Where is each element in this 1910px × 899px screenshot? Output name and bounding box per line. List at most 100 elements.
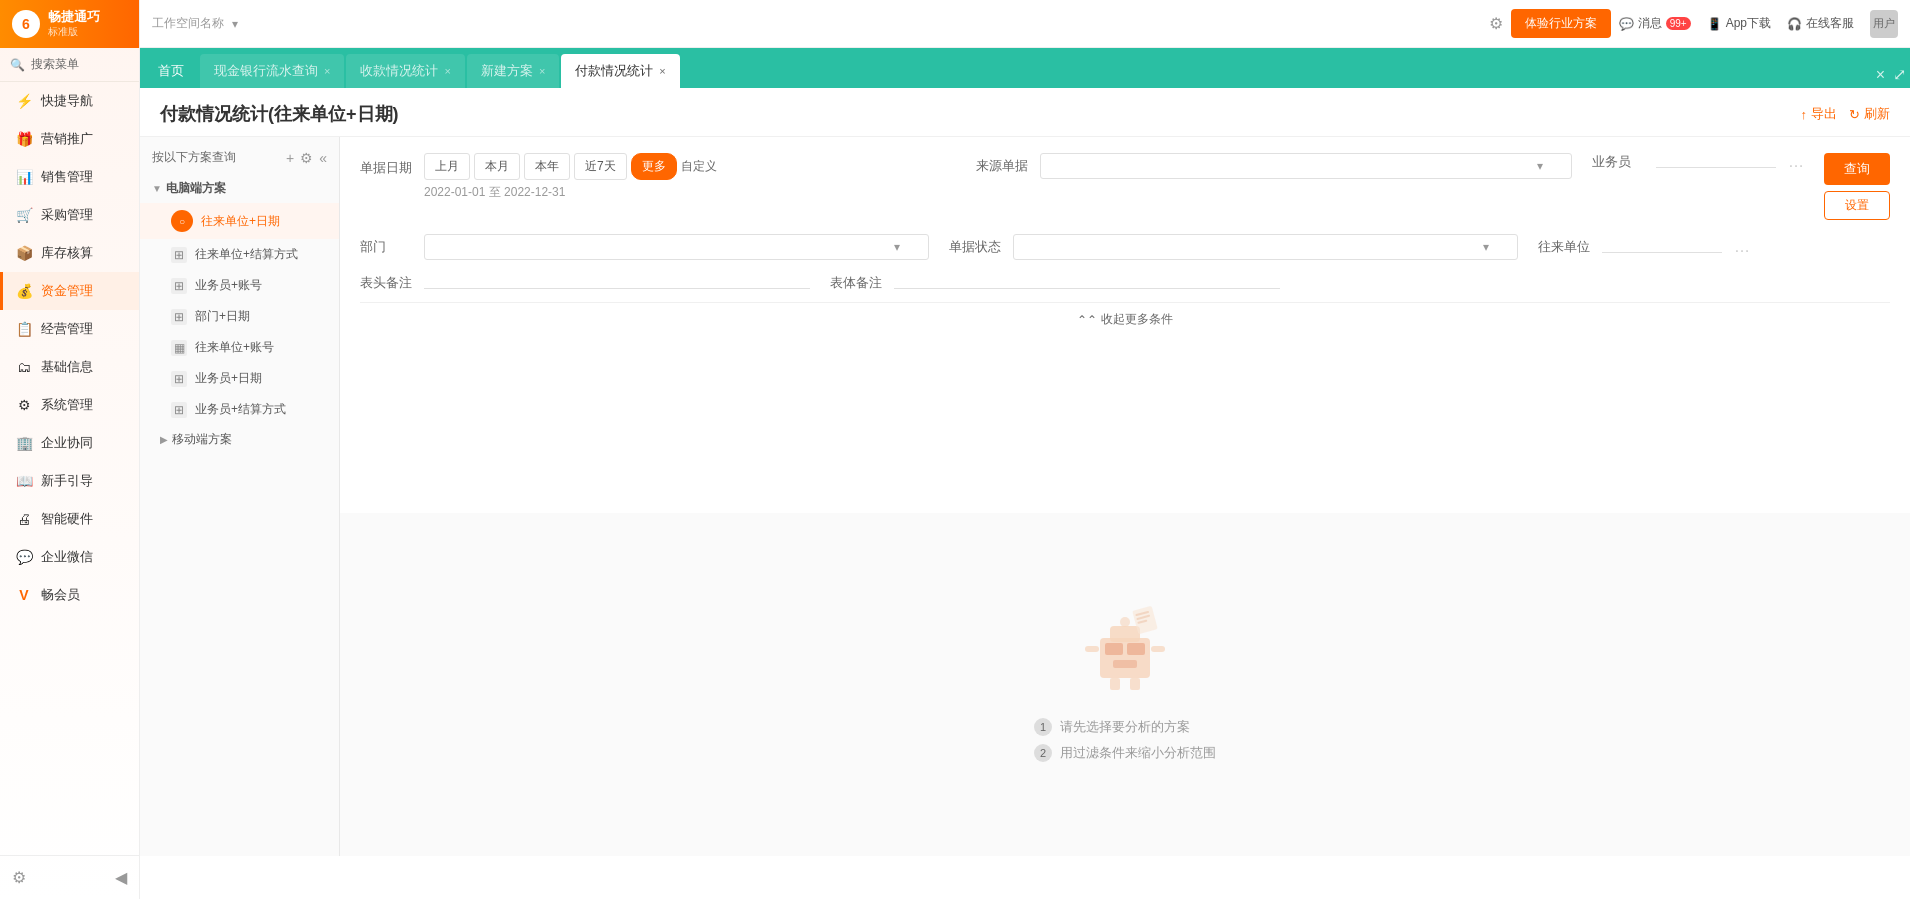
sidebar-item-inventory[interactable]: 📦 库存核算 (0, 234, 139, 272)
search-menu-label: 搜索菜单 (31, 56, 79, 73)
refresh-icon: ↻ (1849, 107, 1860, 122)
solution-item-staff-date[interactable]: ⊞ 业务员+日期 (140, 363, 339, 394)
header-note-input[interactable] (424, 278, 810, 289)
sidebar-item-operation[interactable]: 📋 经营管理 (0, 310, 139, 348)
collapse-btn-label: 收起更多条件 (1101, 311, 1173, 328)
date-btn-7days[interactable]: 近7天 (574, 153, 627, 180)
tab-bank-flow[interactable]: 现金银行流水查询 × (200, 54, 344, 88)
sidebar-item-vip[interactable]: V 畅会员 (0, 576, 139, 614)
left-panel-actions: + ⚙ « (286, 150, 327, 166)
staff-filter-dots-icon[interactable]: … (1788, 153, 1804, 171)
settings-footer-button[interactable]: ⚙ (8, 864, 30, 891)
empty-tips-list: 1 请先选择要分析的方案 2 用过滤条件来缩小分析范围 (1034, 718, 1216, 770)
message-badge: 99+ (1666, 17, 1691, 30)
collapse-sidebar-button[interactable]: ◀ (111, 864, 131, 891)
page-title: 付款情况统计(往来单位+日期) (160, 102, 399, 126)
staff-input[interactable] (1656, 157, 1776, 168)
sidebar-item-wechat[interactable]: 💬 企业微信 (0, 538, 139, 576)
query-button[interactable]: 查询 (1824, 153, 1890, 185)
date-btn-this-month[interactable]: 本月 (474, 153, 520, 180)
solution-group-mobile-header[interactable]: ▶ 移动端方案 (140, 425, 339, 454)
sidebar-header: 6 畅捷通巧 标准版 (0, 0, 139, 48)
sidebar-item-system[interactable]: ⚙ 系统管理 (0, 386, 139, 424)
refresh-button[interactable]: ↻ 刷新 (1849, 105, 1890, 123)
sidebar-nav: ⚡ 快捷导航 🎁 营销推广 📊 销售管理 🛒 采购管理 📦 库存核算 💰 资金管… (0, 82, 139, 855)
body-note-input[interactable] (894, 278, 1280, 289)
mobile-group-label: 移动端方案 (172, 431, 232, 448)
solution-item-staff-account[interactable]: ⊞ 业务员+账号 (140, 270, 339, 301)
add-solution-button[interactable]: + (286, 150, 294, 166)
solution-item-unit-settle[interactable]: ⊞ 往来单位+结算方式 (140, 239, 339, 270)
tab-fullscreen-icon[interactable]: ⤢ (1893, 65, 1906, 84)
collapse-filter-button[interactable]: ⌃⌃ 收起更多条件 (360, 302, 1890, 336)
related-unit-label: 往来单位 (1538, 238, 1594, 256)
date-btn-last-month[interactable]: 上月 (424, 153, 470, 180)
tab-close-all-icon[interactable]: × (1876, 66, 1885, 84)
tab-bank-flow-label: 现金银行流水查询 (214, 62, 318, 80)
sidebar-item-label: 资金管理 (41, 282, 93, 300)
solution-unit-date-label: 往来单位+日期 (201, 213, 280, 230)
tab-new-plan[interactable]: 新建方案 × (467, 54, 559, 88)
solution-unit-account-label: 往来单位+账号 (195, 339, 274, 356)
sidebar-item-enterprise[interactable]: 🏢 企业协同 (0, 424, 139, 462)
date-custom-label[interactable]: 自定义 (681, 158, 717, 175)
sidebar-item-finance[interactable]: 💰 资金管理 (0, 272, 139, 310)
trial-btn[interactable]: 体验行业方案 (1511, 9, 1611, 38)
sidebar-item-beginner[interactable]: 📖 新手引导 (0, 462, 139, 500)
service-label: 在线客服 (1806, 15, 1854, 32)
solution-item-unit-date[interactable]: ○ 往来单位+日期 (140, 203, 339, 239)
sidebar-item-basic[interactable]: 🗂 基础信息 (0, 348, 139, 386)
mobile-group-arrow-icon: ▶ (160, 434, 168, 445)
enterprise-icon: 🏢 (15, 434, 33, 452)
sidebar-subtitle: 标准版 (48, 25, 100, 39)
tab-payment-close-icon[interactable]: × (659, 65, 665, 77)
workspace-chevron-icon[interactable]: ▾ (232, 17, 238, 31)
doc-status-select[interactable]: ▾ (1013, 234, 1518, 260)
dept-select[interactable]: ▾ (424, 234, 929, 260)
source-select[interactable]: ▾ (1040, 153, 1572, 179)
sidebar-item-marketing[interactable]: 🎁 营销推广 (0, 120, 139, 158)
solution-item-dept-date[interactable]: ⊞ 部门+日期 (140, 301, 339, 332)
system-icon: ⚙ (15, 396, 33, 414)
date-btn-this-year[interactable]: 本年 (524, 153, 570, 180)
tip-num-2: 2 (1034, 744, 1052, 762)
tab-bank-flow-close-icon[interactable]: × (324, 65, 330, 77)
date-btn-more[interactable]: 更多 (631, 153, 677, 180)
message-btn[interactable]: 💬 消息 99+ (1619, 15, 1691, 32)
solution-item-staff-settle[interactable]: ⊞ 业务员+结算方式 (140, 394, 339, 425)
export-button[interactable]: ↑ 导出 (1801, 105, 1838, 123)
search-menu[interactable]: 🔍 搜索菜单 (0, 48, 139, 82)
topbar-gear-icon[interactable]: ⚙ (1489, 14, 1503, 33)
tab-new-plan-close-icon[interactable]: × (539, 65, 545, 77)
tab-receipt-stats[interactable]: 收款情况统计 × (346, 54, 464, 88)
sidebar-item-quick-nav[interactable]: ⚡ 快捷导航 (0, 82, 139, 120)
user-avatar[interactable]: 用户 (1870, 10, 1898, 38)
sales-icon: 📊 (15, 168, 33, 186)
source-filter-label: 来源单据 (976, 157, 1032, 175)
tab-home[interactable]: 首页 (144, 54, 198, 88)
sidebar-brand: 畅捷通巧 标准版 (48, 9, 100, 39)
related-unit-dots-icon[interactable]: … (1734, 238, 1750, 256)
related-unit-input[interactable] (1602, 242, 1722, 253)
collapse-panel-icon[interactable]: « (319, 150, 327, 166)
filter-area: 按以下方案查询 + ⚙ « ▼ 电脑端方案 (140, 137, 1910, 856)
filter-settings-button[interactable]: 设置 (1824, 191, 1890, 220)
app-download-btn[interactable]: 📱 App下载 (1707, 15, 1771, 32)
empty-tip-2: 2 用过滤条件来缩小分析范围 (1034, 744, 1216, 762)
left-panel-label: 按以下方案查询 (152, 149, 236, 166)
date-range-display: 2022-01-01 至 2022-12-31 (424, 184, 717, 201)
staff-filter-label: 业务员 (1592, 153, 1648, 171)
solution-item-unit-account[interactable]: ▦ 往来单位+账号 (140, 332, 339, 363)
empty-state-area: 1 请先选择要分析的方案 2 用过滤条件来缩小分析范围 (340, 513, 1910, 857)
sidebar-item-label: 新手引导 (41, 472, 93, 490)
online-service-btn[interactable]: 🎧 在线客服 (1787, 15, 1854, 32)
vip-icon: V (15, 586, 33, 604)
solution-settings-icon[interactable]: ⚙ (300, 150, 313, 166)
sidebar-item-hardware[interactable]: 🖨 智能硬件 (0, 500, 139, 538)
solution-group-desktop-header[interactable]: ▼ 电脑端方案 (140, 174, 339, 203)
svg-rect-9 (1130, 678, 1140, 690)
sidebar-item-sales[interactable]: 📊 销售管理 (0, 158, 139, 196)
tab-payment-stats[interactable]: 付款情况统计 × (561, 54, 679, 88)
sidebar-item-purchase[interactable]: 🛒 采购管理 (0, 196, 139, 234)
tab-receipt-close-icon[interactable]: × (444, 65, 450, 77)
